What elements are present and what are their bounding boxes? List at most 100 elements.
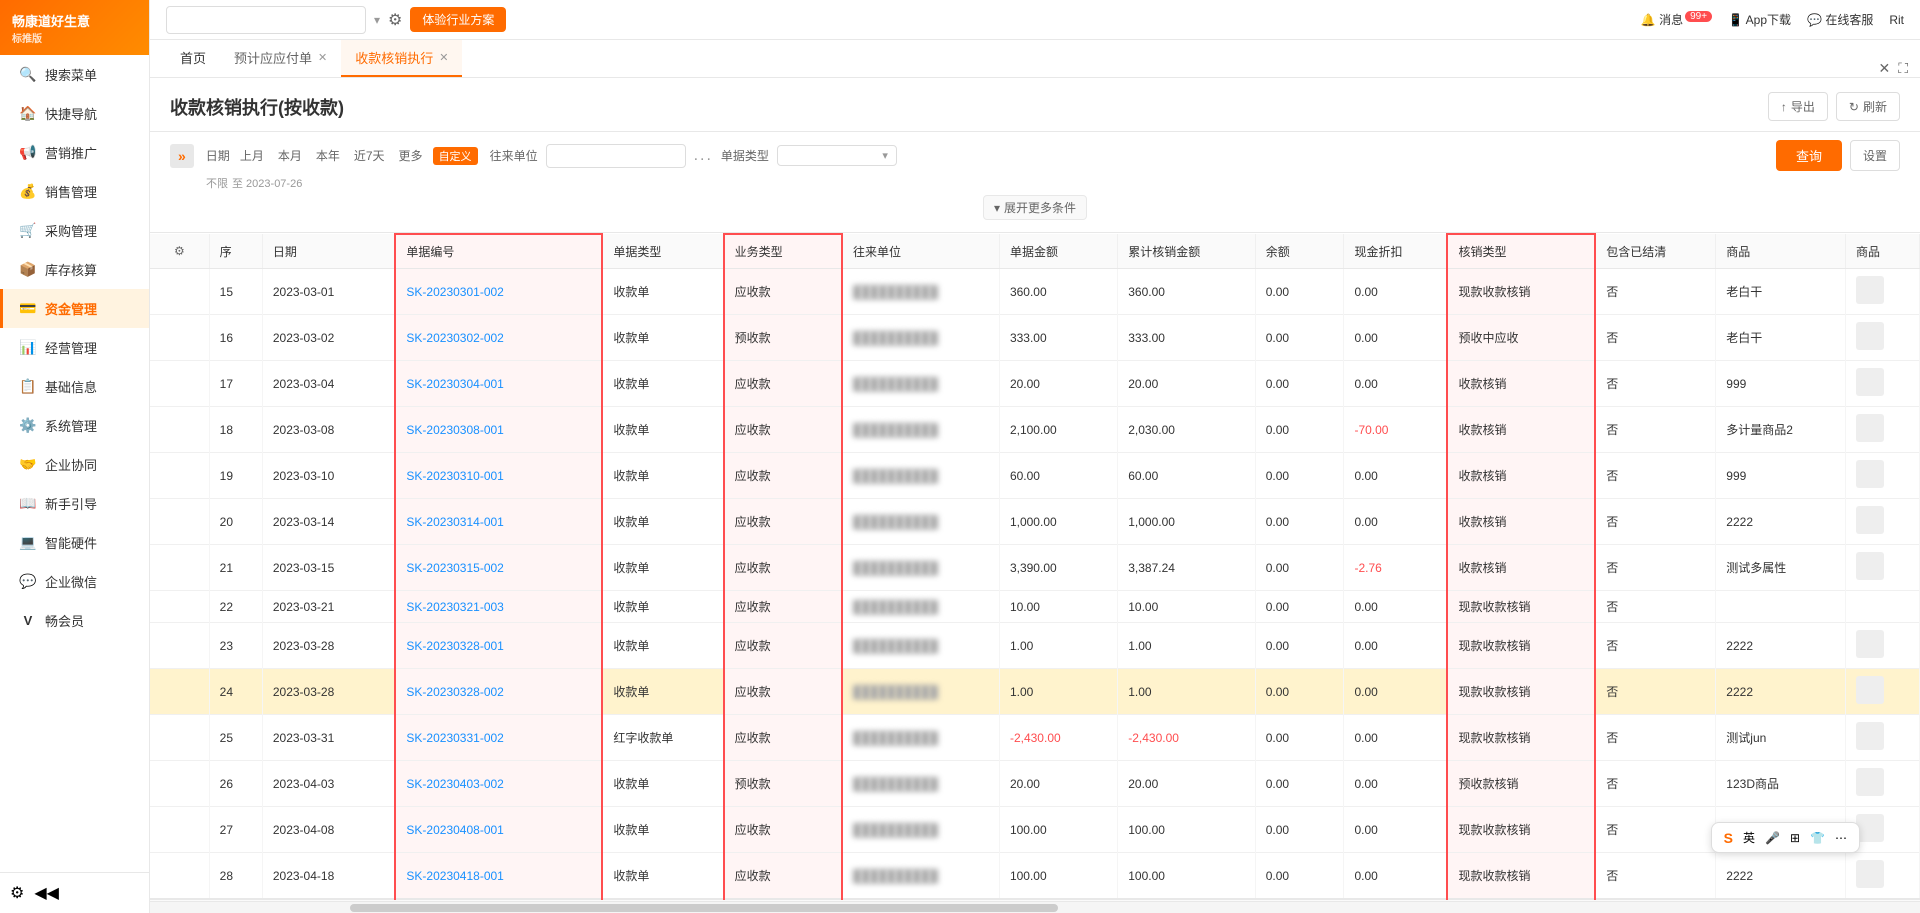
hardware-icon: 💻 — [19, 534, 37, 551]
doc-no-link[interactable]: SK-20230310-001 — [406, 469, 503, 483]
row-partner: ██████████ — [842, 669, 1000, 715]
row-writeoff-type: 现款收款核销 — [1447, 591, 1595, 623]
doc-no-link[interactable]: SK-20230328-001 — [406, 639, 503, 653]
row-gear[interactable] — [150, 623, 209, 669]
row-gear[interactable] — [150, 499, 209, 545]
sidebar-item-basic[interactable]: 📋 基础信息 — [0, 367, 149, 406]
collapse-icon[interactable]: ◀◀ — [34, 883, 59, 903]
message-icon[interactable]: 🔔 消息99+ — [1641, 11, 1712, 28]
filter-last7days-btn[interactable]: 近7天 — [350, 145, 389, 166]
sidebar-item-wechat[interactable]: 💬 企业微信 — [0, 562, 149, 601]
setting-button[interactable]: 设置 — [1850, 140, 1900, 171]
industry-solution-button[interactable]: 体验行业方案 — [410, 7, 506, 32]
tab-collection-close[interactable]: ✕ — [439, 51, 448, 64]
sidebar-item-finance[interactable]: 💳 资金管理 — [0, 289, 149, 328]
row-gear[interactable] — [150, 315, 209, 361]
row-gear[interactable] — [150, 545, 209, 591]
filter-doc-type-select[interactable]: ▾ — [777, 145, 897, 166]
doc-no-link[interactable]: SK-20230408-001 — [406, 823, 503, 837]
topbar-gear-icon[interactable]: ⚙ — [388, 10, 402, 30]
filter-toggle-button[interactable]: » — [170, 144, 194, 168]
ime-label: 英 — [1743, 829, 1755, 846]
sidebar-item-search[interactable]: 🔍 搜索菜单 — [0, 55, 149, 94]
online-service-link[interactable]: 💬 在线客服 — [1807, 11, 1873, 28]
filter-partner-input[interactable] — [546, 144, 686, 168]
filter-custom-btn[interactable]: 自定义 — [433, 147, 478, 165]
sidebar-logo-main: 畅康道好生意 — [12, 11, 90, 30]
sidebar-item-system[interactable]: ⚙️ 系统管理 — [0, 406, 149, 445]
row-no: 20 — [209, 499, 262, 545]
row-gear[interactable] — [150, 669, 209, 715]
doc-no-link[interactable]: SK-20230304-001 — [406, 377, 503, 391]
user-name: Rit — [1889, 13, 1904, 27]
col-doc-amount: 单据金额 — [999, 234, 1117, 269]
tab-pending[interactable]: 预计应应付单 ✕ — [220, 40, 341, 77]
sidebar-item-enterprise[interactable]: 🤝 企业协同 — [0, 445, 149, 484]
table-row: 20 2023-03-14 SK-20230314-001 收款单 应收款 ██… — [150, 499, 1920, 545]
doc-no-link[interactable]: SK-20230418-001 — [406, 869, 503, 883]
sidebar-item-hardware[interactable]: 💻 智能硬件 — [0, 523, 149, 562]
row-product: 2222 — [1716, 853, 1846, 900]
doc-no-link[interactable]: SK-20230328-002 — [406, 685, 503, 699]
ime-shirt-icon[interactable]: 👕 — [1810, 831, 1825, 845]
doc-no-link[interactable]: SK-20230321-003 — [406, 600, 503, 614]
tab-expand-icon[interactable]: ⛶ — [1898, 60, 1908, 77]
row-gear[interactable] — [150, 807, 209, 853]
row-gear[interactable] — [150, 591, 209, 623]
ime-more-icon[interactable]: ⋯ — [1835, 831, 1847, 845]
sidebar-item-marketing[interactable]: 📢 营销推广 — [0, 133, 149, 172]
filter-last-month-btn[interactable]: 上月 — [236, 145, 268, 166]
topbar-search-input[interactable] — [166, 6, 366, 34]
sidebar-item-label: 营销推广 — [45, 143, 97, 162]
row-gear[interactable] — [150, 453, 209, 499]
horizontal-scrollbar[interactable] — [350, 904, 1058, 912]
row-gear[interactable] — [150, 407, 209, 453]
refresh-button[interactable]: ↻ 刷新 — [1836, 92, 1900, 121]
search-icon: 🔍 — [19, 66, 37, 83]
app-download-link[interactable]: 📱 App下载 — [1728, 11, 1791, 28]
doc-no-link[interactable]: SK-20230314-001 — [406, 515, 503, 529]
row-gear[interactable] — [150, 761, 209, 807]
tab-collection[interactable]: 收款核销执行 ✕ — [341, 40, 462, 77]
tab-home[interactable]: 首页 — [166, 40, 220, 77]
ime-grid-icon[interactable]: ⊞ — [1790, 831, 1800, 845]
row-balance: 0.00 — [1255, 669, 1344, 715]
sidebar-item-guide[interactable]: 📖 新手引导 — [0, 484, 149, 523]
doc-no-link[interactable]: SK-20230403-002 — [406, 777, 503, 791]
sidebar-item-operations[interactable]: 📊 经营管理 — [0, 328, 149, 367]
filter-more-btn[interactable]: 更多 — [395, 145, 427, 166]
doc-no-link[interactable]: SK-20230302-002 — [406, 331, 503, 345]
doc-no-link[interactable]: SK-20230301-002 — [406, 285, 503, 299]
sidebar-item-sales[interactable]: 💰 销售管理 — [0, 172, 149, 211]
row-gear[interactable] — [150, 715, 209, 761]
tabbar: 首页 预计应应付单 ✕ 收款核销执行 ✕ ✕ ⛶ — [150, 40, 1920, 78]
row-gear[interactable] — [150, 853, 209, 900]
filter-this-year-btn[interactable]: 本年 — [312, 145, 344, 166]
tab-close-all-icon[interactable]: ✕ — [1878, 60, 1890, 77]
topbar-chevron-icon[interactable]: ▾ — [374, 13, 380, 27]
row-gear[interactable] — [150, 361, 209, 407]
settings-icon[interactable]: ⚙ — [10, 883, 24, 903]
col-gear[interactable]: ⚙ — [150, 234, 209, 269]
row-include-settled: 否 — [1595, 453, 1716, 499]
filter-no-limit-label: 不限 — [206, 175, 228, 191]
tab-pending-close[interactable]: ✕ — [318, 51, 327, 64]
filter-more-conditions-icon[interactable]: ... — [694, 147, 713, 165]
query-button[interactable]: 查询 — [1776, 140, 1842, 171]
doc-no-link[interactable]: SK-20230331-002 — [406, 731, 503, 745]
row-gear[interactable] — [150, 269, 209, 315]
expand-more-button[interactable]: ▾ 展开更多条件 — [983, 195, 1087, 220]
sidebar-item-label: 搜索菜单 — [45, 65, 97, 84]
ime-mic-icon[interactable]: 🎤 — [1765, 831, 1780, 845]
doc-no-link[interactable]: SK-20230308-001 — [406, 423, 503, 437]
sidebar-item-quicknav[interactable]: 🏠 快捷导航 — [0, 94, 149, 133]
sidebar-item-purchase[interactable]: 🛒 采购管理 — [0, 211, 149, 250]
partner-blurred: ██████████ — [853, 639, 938, 653]
table-wrap[interactable]: ⚙ 序 日期 单据编号 单据类型 业务类型 往来单位 单据金额 累计核销金额 余… — [150, 233, 1920, 901]
scrollbar-area[interactable] — [150, 901, 1920, 913]
filter-this-month-btn[interactable]: 本月 — [274, 145, 306, 166]
sidebar-item-inventory[interactable]: 📦 库存核算 — [0, 250, 149, 289]
export-button[interactable]: ↑ 导出 — [1768, 92, 1828, 121]
doc-no-link[interactable]: SK-20230315-002 — [406, 561, 503, 575]
sidebar-item-member[interactable]: V 畅会员 — [0, 601, 149, 640]
